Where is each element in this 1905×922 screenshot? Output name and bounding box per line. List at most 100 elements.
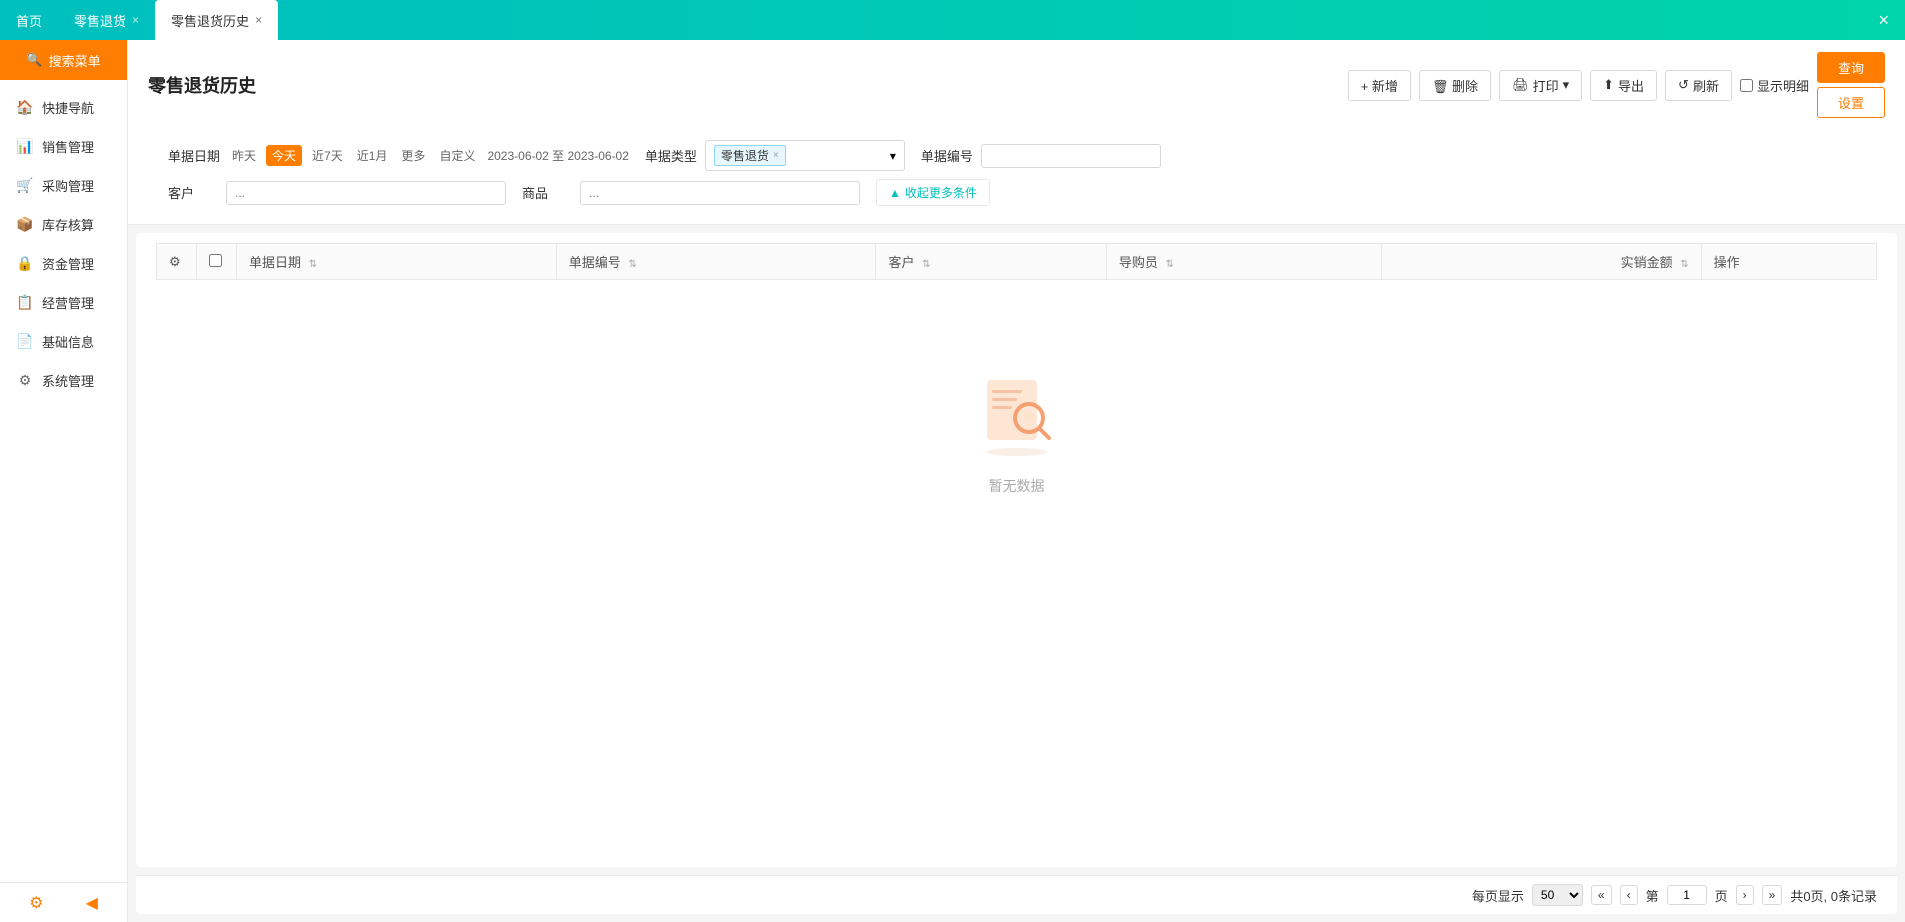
show-detail-text: 显示明细 <box>1757 76 1809 95</box>
date-opt-last7[interactable]: 近7天 <box>308 145 347 166</box>
tab-label-home: 首页 <box>16 11 42 30</box>
nav-icon-purchase-mgmt: 🛒 <box>16 177 34 195</box>
nav-icon-sys-mgmt: ⚙ <box>16 372 34 390</box>
voucher-type-select[interactable]: 零售退货 × ▾ <box>705 140 905 171</box>
table-col-customer[interactable]: 客户 ⇅ <box>876 244 1106 280</box>
goods-label: 商品 <box>522 183 572 202</box>
table-col-amount[interactable]: 实销金额 ⇅ <box>1381 244 1701 280</box>
filter-row-1: 单据日期 昨天 今天 近7天 近1月 更多 自定义 2023-06-02 至 2… <box>168 140 1865 171</box>
show-detail-checkbox-label[interactable]: 显示明细 <box>1740 76 1809 95</box>
nav-label-sales-mgmt: 销售管理 <box>42 137 94 156</box>
page-input[interactable] <box>1667 885 1707 905</box>
voucher-type-label: 单据类型 <box>645 146 697 165</box>
page-title: 零售退货历史 <box>148 72 256 98</box>
per-page-select[interactable]: 50 10 20 100 <box>1532 884 1583 906</box>
table-col-voucher-no[interactable]: 单据编号 ⇅ <box>556 244 876 280</box>
tab-retail-return[interactable]: 零售退货× <box>58 0 155 40</box>
voucher-type-filter-group: 单据类型 零售退货 × ▾ <box>645 140 905 171</box>
voucher-no-filter-group: 单据编号 <box>921 144 1161 168</box>
sidebar-item-finance-mgmt[interactable]: 🔒 资金管理 <box>0 244 127 283</box>
guide-sort-icon: ⇅ <box>1165 259 1173 270</box>
print-dropdown-icon: ▾ <box>1563 77 1570 93</box>
date-filter-label: 单据日期 <box>168 146 220 165</box>
tab-label-retail-return-history: 零售退货历史 <box>171 11 249 30</box>
voucher-type-dropdown-icon: ▾ <box>890 149 896 163</box>
print-icon: 🖨 <box>1512 77 1529 93</box>
nav-icon-sales-mgmt: 📊 <box>16 138 34 156</box>
sidebar-item-purchase-mgmt[interactable]: 🛒 采购管理 <box>0 166 127 205</box>
data-table: ⚙ 单据日期 ⇅ 单据编号 ⇅ 客户 <box>156 243 1877 280</box>
date-opt-more[interactable]: 更多 <box>397 145 429 166</box>
nav-label-inventory: 库存核算 <box>42 215 94 234</box>
next-page-button[interactable]: › <box>1736 885 1754 905</box>
refresh-button[interactable]: ↺ 刷新 <box>1665 70 1732 101</box>
date-options: 昨天 今天 近7天 近1月 更多 自定义 <box>228 145 479 166</box>
tab-close-retail-return-history[interactable]: × <box>255 13 262 27</box>
select-all-checkbox[interactable] <box>209 254 222 267</box>
window-close-button[interactable]: × <box>1862 10 1905 31</box>
filter-setting-button[interactable]: 设置 <box>1817 87 1885 118</box>
voucher-no-input[interactable] <box>981 144 1161 168</box>
sidebar-item-inventory[interactable]: 📦 库存核算 <box>0 205 127 244</box>
nav-label-purchase-mgmt: 采购管理 <box>42 176 94 195</box>
toolbar: + 新增 🗑 删除 🖨 打印 ▾ ⬆ 导出 ↺ 刷新 <box>1348 52 1885 118</box>
sidebar: 🔍 搜索菜单 🏠 快捷导航 📊 销售管理 🛒 采购管理 📦 库存核算 🔒 资金管… <box>0 40 128 922</box>
query-button[interactable]: 查询 <box>1817 52 1885 83</box>
tab-close-retail-return[interactable]: × <box>132 13 139 27</box>
delete-button[interactable]: 🗑 删除 <box>1419 70 1491 101</box>
voucher-no-sort-icon: ⇅ <box>628 259 636 270</box>
tab-retail-return-history[interactable]: 零售退货历史 × <box>155 0 278 40</box>
page-header: 零售退货历史 + 新增 🗑 删除 🖨 打印 ▾ ⬆ 导出 ↺ <box>128 40 1905 225</box>
date-opt-last1month[interactable]: 近1月 <box>353 145 392 166</box>
goods-filter-group: 商品 <box>522 181 860 205</box>
goods-input[interactable] <box>580 181 860 205</box>
sidebar-item-quick-nav[interactable]: 🏠 快捷导航 <box>0 88 127 127</box>
page-unit: 页 <box>1715 886 1728 905</box>
content-area: 零售退货历史 + 新增 🗑 删除 🖨 打印 ▾ ⬆ 导出 ↺ <box>128 40 1905 922</box>
empty-state: 暂无数据 <box>156 280 1877 576</box>
nav-label-quick-nav: 快捷导航 <box>42 98 94 117</box>
table-area: ⚙ 单据日期 ⇅ 单据编号 ⇅ 客户 <box>136 233 1897 867</box>
show-detail-checkbox[interactable] <box>1740 79 1753 92</box>
date-sort-icon: ⇅ <box>309 259 317 270</box>
customer-input[interactable] <box>226 181 506 205</box>
top-bar: 首页零售退货× 零售退货历史 × × <box>0 0 1905 40</box>
table-col-guide[interactable]: 导购员 ⇅ <box>1106 244 1381 280</box>
sidebar-item-basic-info[interactable]: 📄 基础信息 <box>0 322 127 361</box>
table-col-checkbox[interactable] <box>197 244 237 280</box>
total-info: 共0页, 0条记录 <box>1790 886 1877 905</box>
last-page-button[interactable]: » <box>1762 885 1783 905</box>
sidebar-collapse-button[interactable]: ◀ <box>86 893 98 913</box>
sidebar-item-ops-mgmt[interactable]: 📋 经营管理 <box>0 283 127 322</box>
date-range-display: 2023-06-02 至 2023-06-02 <box>487 147 628 164</box>
table-header: ⚙ 单据日期 ⇅ 单据编号 ⇅ 客户 <box>157 244 1877 280</box>
sidebar-search-label: 搜索菜单 <box>49 51 101 70</box>
date-filter-group: 单据日期 昨天 今天 近7天 近1月 更多 自定义 2023-06-02 至 2… <box>168 145 629 166</box>
sidebar-bottom: ⚙ ◀ <box>0 882 127 922</box>
sidebar-item-sys-mgmt[interactable]: ⚙ 系统管理 <box>0 361 127 400</box>
date-opt-today[interactable]: 今天 <box>266 145 302 166</box>
sidebar-search-button[interactable]: 🔍 搜索菜单 <box>0 40 127 80</box>
print-button[interactable]: 🖨 打印 ▾ <box>1499 70 1582 101</box>
sidebar-item-sales-mgmt[interactable]: 📊 销售管理 <box>0 127 127 166</box>
date-opt-yesterday[interactable]: 昨天 <box>228 145 260 166</box>
first-page-button[interactable]: « <box>1591 885 1612 905</box>
filter-row-2: 客户 商品 ▲ 收起更多条件 <box>168 179 1865 206</box>
prev-page-button[interactable]: ‹ <box>1620 885 1638 905</box>
export-button[interactable]: ⬆ 导出 <box>1590 70 1657 101</box>
sidebar-settings-button[interactable]: ⚙ <box>29 893 43 913</box>
page-prefix: 第 <box>1646 886 1659 905</box>
export-icon: ⬆ <box>1603 77 1614 93</box>
table-col-settings[interactable]: ⚙ <box>157 244 197 280</box>
voucher-type-tag: 零售退货 × <box>714 145 786 166</box>
pagination-bar: 每页显示 50 10 20 100 « ‹ 第 页 › » 共0页, 0条记录 <box>136 875 1897 914</box>
tab-home[interactable]: 首页 <box>0 0 58 40</box>
voucher-type-value: 零售退货 <box>721 147 769 164</box>
table-col-date[interactable]: 单据日期 ⇅ <box>237 244 557 280</box>
collapse-up-icon: ▲ <box>889 186 901 200</box>
collapse-more-btn[interactable]: ▲ 收起更多条件 <box>876 179 990 206</box>
page-title-row: 零售退货历史 + 新增 🗑 删除 🖨 打印 ▾ ⬆ 导出 ↺ <box>148 52 1885 118</box>
voucher-type-tag-close[interactable]: × <box>773 150 779 161</box>
date-opt-custom[interactable]: 自定义 <box>435 145 479 166</box>
new-button[interactable]: + 新增 <box>1348 70 1411 101</box>
